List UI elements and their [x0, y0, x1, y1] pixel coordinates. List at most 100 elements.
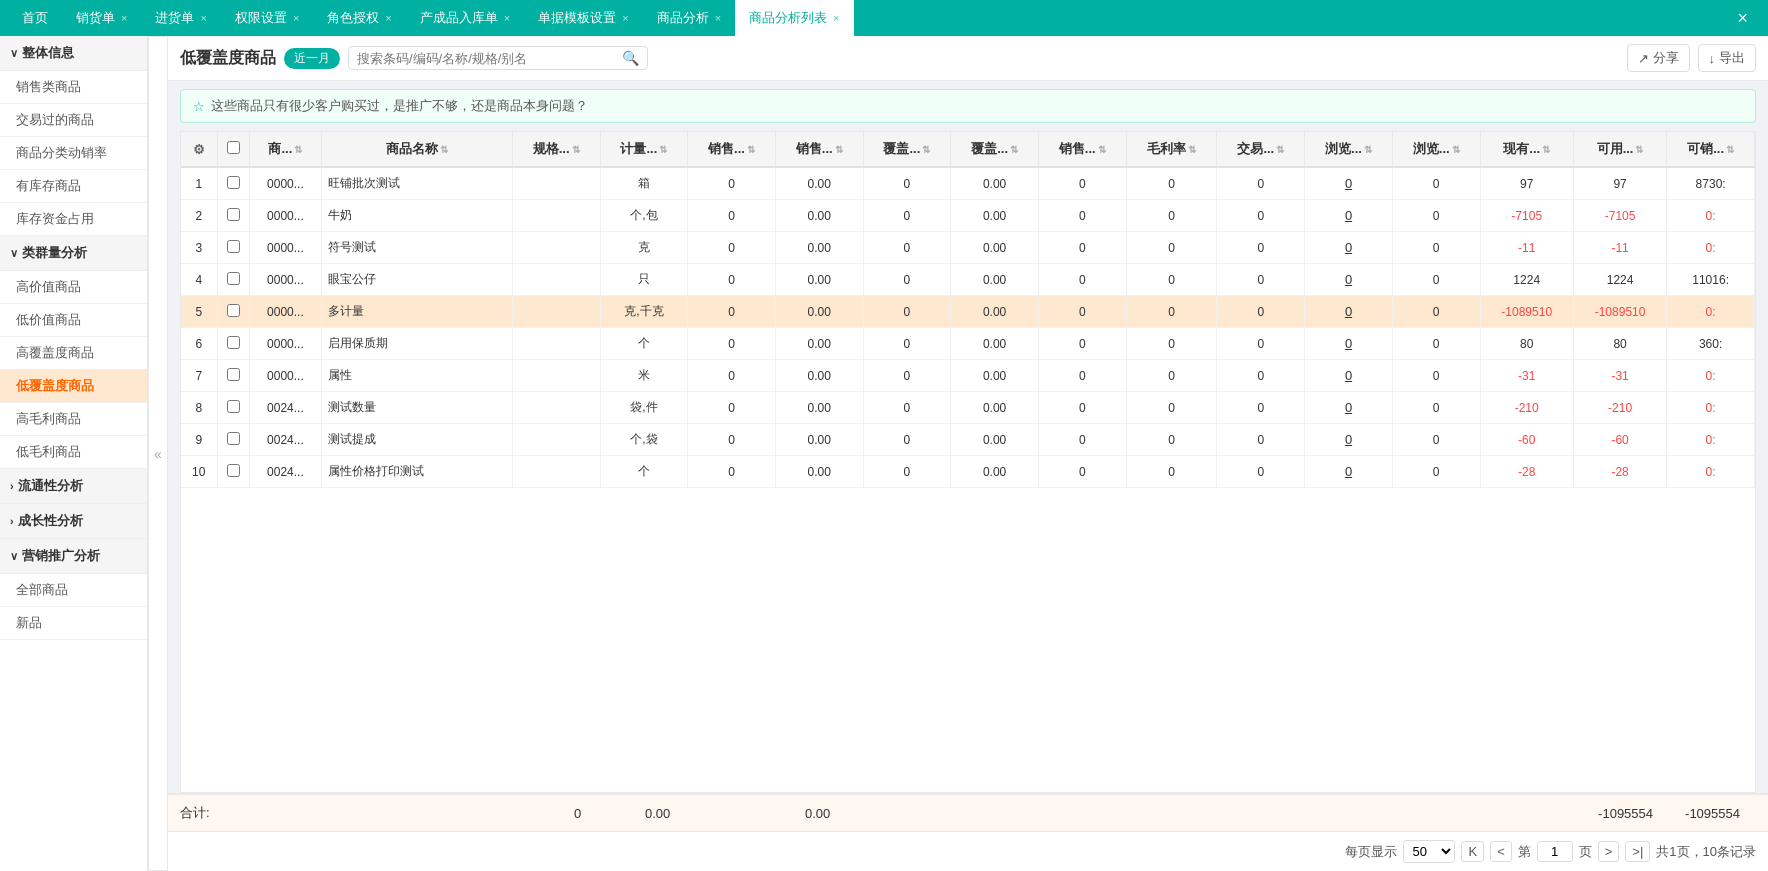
browse-link[interactable]: 0 [1345, 336, 1352, 351]
browse-link[interactable]: 0 [1345, 208, 1352, 223]
row-checkbox[interactable] [227, 432, 240, 445]
close-analysis-icon[interactable]: × [715, 12, 721, 24]
cell-checkbox[interactable] [217, 296, 249, 328]
close-purchase-icon[interactable]: × [200, 12, 206, 24]
nav-item-role[interactable]: 角色授权 × [313, 0, 405, 36]
sidebar-item-new-goods[interactable]: 新品 [0, 607, 147, 640]
nav-item-analysis-list[interactable]: 商品分析列表 × [735, 0, 853, 36]
close-role-icon[interactable]: × [385, 12, 391, 24]
row-checkbox[interactable] [227, 464, 240, 477]
close-product-in-icon[interactable]: × [504, 12, 510, 24]
current-page-input[interactable] [1537, 841, 1573, 862]
col-settings[interactable]: ⚙ [181, 132, 217, 167]
period-button[interactable]: 近一月 [284, 48, 340, 69]
sidebar-section-marketing[interactable]: ∨ 营销推广分析 [0, 539, 147, 574]
next-page-btn[interactable]: > [1598, 841, 1620, 862]
row-checkbox[interactable] [227, 336, 240, 349]
page-size-select[interactable]: 50 20 100 [1403, 840, 1455, 863]
sidebar-section-liquidity[interactable]: › 流通性分析 [0, 469, 147, 504]
nav-item-purchase[interactable]: 进货单 × [141, 0, 220, 36]
cell-code: 0000... [249, 360, 322, 392]
sidebar-item-high-margin[interactable]: 高毛利商品 [0, 403, 147, 436]
close-permission-icon[interactable]: × [293, 12, 299, 24]
last-page-btn[interactable]: >| [1625, 841, 1650, 862]
sidebar-item-all-goods[interactable]: 全部商品 [0, 574, 147, 607]
nav-item-template[interactable]: 单据模板设置 × [524, 0, 642, 36]
cell-no: 3 [181, 232, 217, 264]
search-icon[interactable]: 🔍 [622, 50, 639, 66]
nav-close-btn[interactable]: × [1725, 8, 1760, 29]
row-checkbox[interactable] [227, 368, 240, 381]
first-page-btn[interactable]: K [1461, 841, 1484, 862]
browse-link[interactable]: 0 [1345, 432, 1352, 447]
cell-checkbox[interactable] [217, 264, 249, 296]
nav-item-sales[interactable]: 销货单 × [62, 0, 141, 36]
sidebar-section-overall[interactable]: ∨ 整体信息 [0, 36, 147, 71]
cell-browse1[interactable]: 0 [1305, 167, 1393, 200]
nav-item-permission[interactable]: 权限设置 × [221, 0, 313, 36]
browse-link[interactable]: 0 [1345, 272, 1352, 287]
sidebar-item-stock-capital[interactable]: 库存资金占用 [0, 203, 147, 236]
row-checkbox[interactable] [227, 176, 240, 189]
sidebar-item-sales-goods[interactable]: 销售类商品 [0, 71, 147, 104]
browse-link[interactable]: 0 [1345, 368, 1352, 383]
cell-browse1[interactable]: 0 [1305, 232, 1393, 264]
sidebar-section-group[interactable]: ∨ 类群量分析 [0, 236, 147, 271]
cell-checkbox[interactable] [217, 392, 249, 424]
sidebar-item-low-value[interactable]: 低价值商品 [0, 304, 147, 337]
close-template-icon[interactable]: × [622, 12, 628, 24]
close-sales-icon[interactable]: × [121, 12, 127, 24]
browse-link[interactable]: 0 [1345, 400, 1352, 415]
cell-browse1[interactable]: 0 [1305, 200, 1393, 232]
cell-spec [512, 232, 600, 264]
sidebar-item-high-value[interactable]: 高价值商品 [0, 271, 147, 304]
share-button[interactable]: ↗ 分享 [1627, 44, 1690, 72]
cell-checkbox[interactable] [217, 424, 249, 456]
cell-checkbox[interactable] [217, 232, 249, 264]
sidebar-section-growth[interactable]: › 成长性分析 [0, 504, 147, 539]
browse-link[interactable]: 0 [1345, 464, 1352, 479]
sidebar-collapse-btn[interactable]: « [148, 36, 168, 871]
cell-sale-qty: 0 [688, 296, 776, 328]
row-checkbox[interactable] [227, 208, 240, 221]
search-input[interactable] [357, 51, 618, 66]
cell-checkbox[interactable] [217, 200, 249, 232]
prev-page-btn[interactable]: < [1490, 841, 1512, 862]
cell-checkbox[interactable] [217, 456, 249, 488]
sidebar-item-traded-goods[interactable]: 交易过的商品 [0, 104, 147, 137]
sidebar-item-low-margin[interactable]: 低毛利商品 [0, 436, 147, 469]
row-checkbox[interactable] [227, 272, 240, 285]
close-analysis-list-icon[interactable]: × [833, 12, 839, 24]
sidebar-item-category-rate[interactable]: 商品分类动销率 [0, 137, 147, 170]
browse-link[interactable]: 0 [1345, 176, 1352, 191]
cell-browse1[interactable]: 0 [1305, 392, 1393, 424]
page-title: 低覆盖度商品 [180, 48, 276, 69]
cell-browse1[interactable]: 0 [1305, 264, 1393, 296]
cell-browse1[interactable]: 0 [1305, 424, 1393, 456]
row-checkbox[interactable] [227, 400, 240, 413]
cell-checkbox[interactable] [217, 328, 249, 360]
nav-item-analysis[interactable]: 商品分析 × [643, 0, 735, 36]
cell-name: 眼宝公仔 [322, 264, 512, 296]
nav-item-product-in[interactable]: 产成品入库单 × [406, 0, 524, 36]
row-checkbox[interactable] [227, 304, 240, 317]
cell-browse1[interactable]: 0 [1305, 328, 1393, 360]
sidebar-item-in-stock[interactable]: 有库存商品 [0, 170, 147, 203]
export-button[interactable]: ↓ 导出 [1698, 44, 1757, 72]
cell-browse1[interactable]: 0 [1305, 360, 1393, 392]
sidebar-item-low-coverage[interactable]: 低覆盖度商品 [0, 370, 147, 403]
cell-no: 10 [181, 456, 217, 488]
cell-unit: 个,袋 [600, 424, 688, 456]
nav-item-home[interactable]: 首页 [8, 0, 62, 36]
cell-checkbox[interactable] [217, 167, 249, 200]
cell-sale2: 0 [1038, 360, 1126, 392]
cell-checkbox[interactable] [217, 360, 249, 392]
row-checkbox[interactable] [227, 240, 240, 253]
browse-link[interactable]: 0 [1345, 304, 1352, 319]
sidebar-item-high-coverage[interactable]: 高覆盖度商品 [0, 337, 147, 370]
select-all-checkbox[interactable] [227, 141, 240, 154]
col-checkbox[interactable] [217, 132, 249, 167]
browse-link[interactable]: 0 [1345, 240, 1352, 255]
cell-browse1[interactable]: 0 [1305, 296, 1393, 328]
cell-browse1[interactable]: 0 [1305, 456, 1393, 488]
